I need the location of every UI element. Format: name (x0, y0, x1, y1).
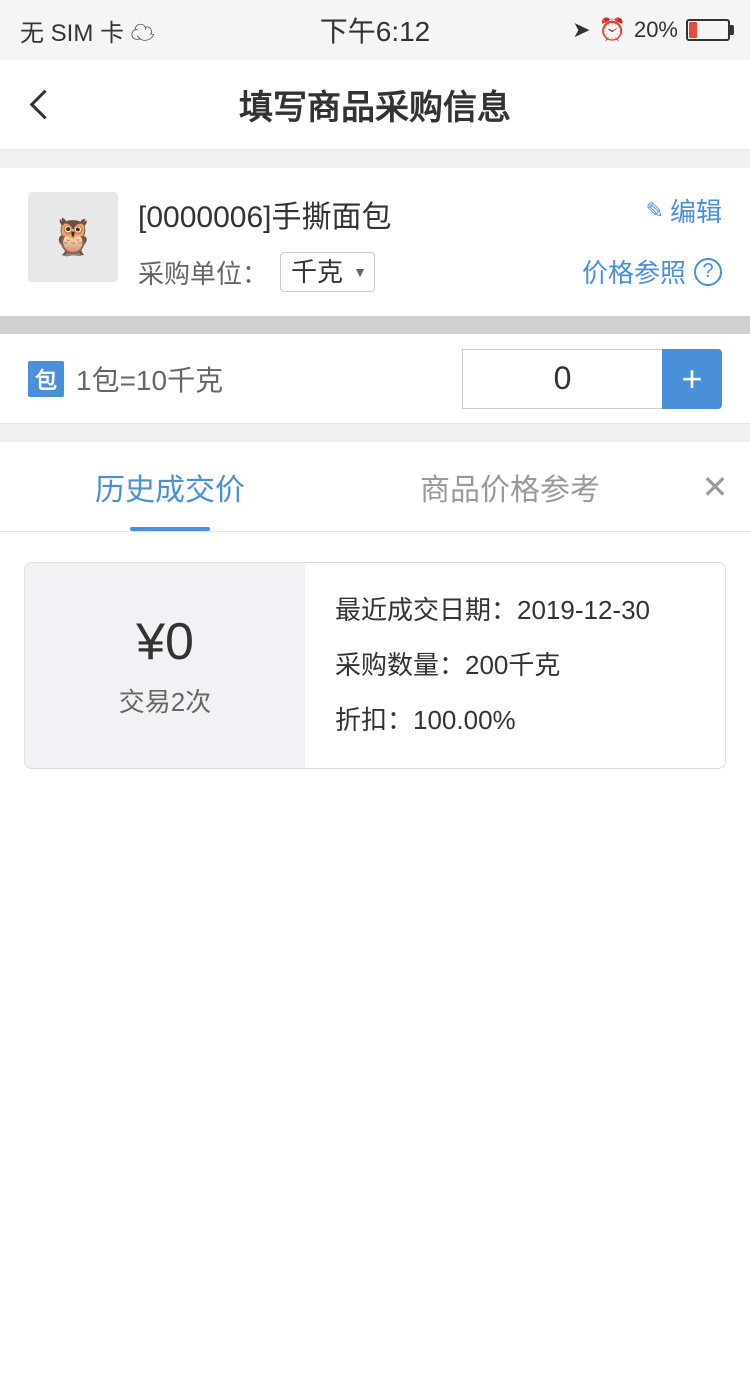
tabs-header: 历史成交价 商品价格参考 ✕ (0, 442, 750, 532)
quantity-unit-box: 包 (28, 361, 64, 397)
tab-history-price[interactable]: 历史成交价 (0, 442, 340, 531)
battery-percent: 20% (634, 17, 678, 43)
tab-product-price-ref[interactable]: 商品价格参考 (340, 442, 680, 531)
product-right-col: ✎ 编辑 价格参照 ? (582, 192, 722, 290)
unit-select[interactable]: 千克 克 包 (280, 252, 375, 292)
quantity-plus-button[interactable]: + (662, 349, 722, 409)
product-section: 🦉 [0000006]手撕面包 采购单位： 千克 克 包 (0, 168, 750, 316)
nav-bar: 填写商品采购信息 (0, 60, 750, 150)
battery-icon (686, 19, 730, 41)
quantity-section: 包 1包=10千克 + (0, 334, 750, 424)
edit-label: 编辑 (670, 192, 722, 229)
status-bar: 无 SIM 卡 ☁ 下午6:12 ➤ ⏰ 20% (0, 0, 750, 60)
price-amount: ¥0 (136, 612, 194, 672)
product-name: [0000006]手撕面包 (138, 192, 391, 236)
back-button[interactable] (24, 85, 64, 125)
edit-icon: ✎ (646, 198, 664, 224)
price-detail-discount: 折扣：100.00% (335, 701, 695, 740)
price-card: ¥0 交易2次 最近成交日期：2019-12-30 采购数量：200千克 折扣：… (24, 562, 726, 769)
price-right: 最近成交日期：2019-12-30 采购数量：200千克 折扣：100.00% (305, 563, 725, 768)
discount-label: 折扣： (335, 705, 413, 735)
price-ref-label: 价格参照 (582, 253, 686, 290)
product-unit-row: 采购单位： 千克 克 包 (138, 252, 391, 292)
alarm-icon: ⏰ (599, 17, 626, 43)
main-white-area (0, 799, 750, 1399)
quantity-input[interactable] (462, 349, 662, 409)
status-right: ➤ ⏰ 20% (572, 17, 730, 43)
price-ref-help-icon[interactable]: ? (694, 258, 722, 286)
tab-underline (130, 527, 210, 531)
quantity-label: 包 1包=10千克 (28, 359, 223, 399)
recent-date-label: 最近成交日期： (335, 595, 517, 625)
tab-history-price-label: 历史成交价 (95, 465, 245, 509)
product-info: [0000006]手撕面包 采购单位： 千克 克 包 (138, 192, 391, 292)
tabs-section: 历史成交价 商品价格参考 ✕ ¥0 交易2次 最近成交日期：2019-12-30… (0, 442, 750, 1399)
quantity-unit-char: 包 (35, 363, 57, 395)
tab-product-price-ref-label: 商品价格参考 (420, 465, 600, 509)
unit-select-wrapper[interactable]: 千克 克 包 (280, 252, 375, 292)
price-ref-button[interactable]: 价格参照 ? (582, 253, 722, 290)
product-header: 🦉 [0000006]手撕面包 采购单位： 千克 克 包 (28, 192, 722, 292)
status-left: 无 SIM 卡 ☁ (20, 13, 155, 48)
unit-label: 采购单位： (138, 254, 268, 291)
product-image-icon: 🦉 (51, 216, 96, 258)
page-title: 填写商品采购信息 (239, 80, 511, 129)
quantity-right: + (462, 349, 722, 409)
price-currency: ¥ (136, 613, 165, 671)
price-detail-recent-date: 最近成交日期：2019-12-30 (335, 591, 695, 630)
tab-close-button[interactable]: ✕ (680, 452, 750, 522)
status-time: 下午6:12 (320, 10, 431, 50)
discount-value: 100.00% (413, 705, 516, 735)
divider-bar (0, 316, 750, 334)
edit-button[interactable]: ✎ 编辑 (646, 192, 722, 229)
price-left: ¥0 交易2次 (25, 563, 305, 768)
price-detail-quantity: 采购数量：200千克 (335, 646, 695, 685)
purchase-quantity-label: 采购数量： (335, 650, 465, 680)
product-thumbnail: 🦉 (28, 192, 118, 282)
recent-date-value: 2019-12-30 (517, 595, 650, 625)
location-icon: ➤ (572, 17, 590, 43)
purchase-quantity-value: 200千克 (465, 650, 560, 680)
quantity-conversion: 1包=10千克 (76, 359, 223, 399)
price-value: 0 (165, 613, 194, 671)
product-left: 🦉 [0000006]手撕面包 采购单位： 千克 克 包 (28, 192, 391, 292)
price-trade-count: 交易2次 (119, 682, 211, 719)
